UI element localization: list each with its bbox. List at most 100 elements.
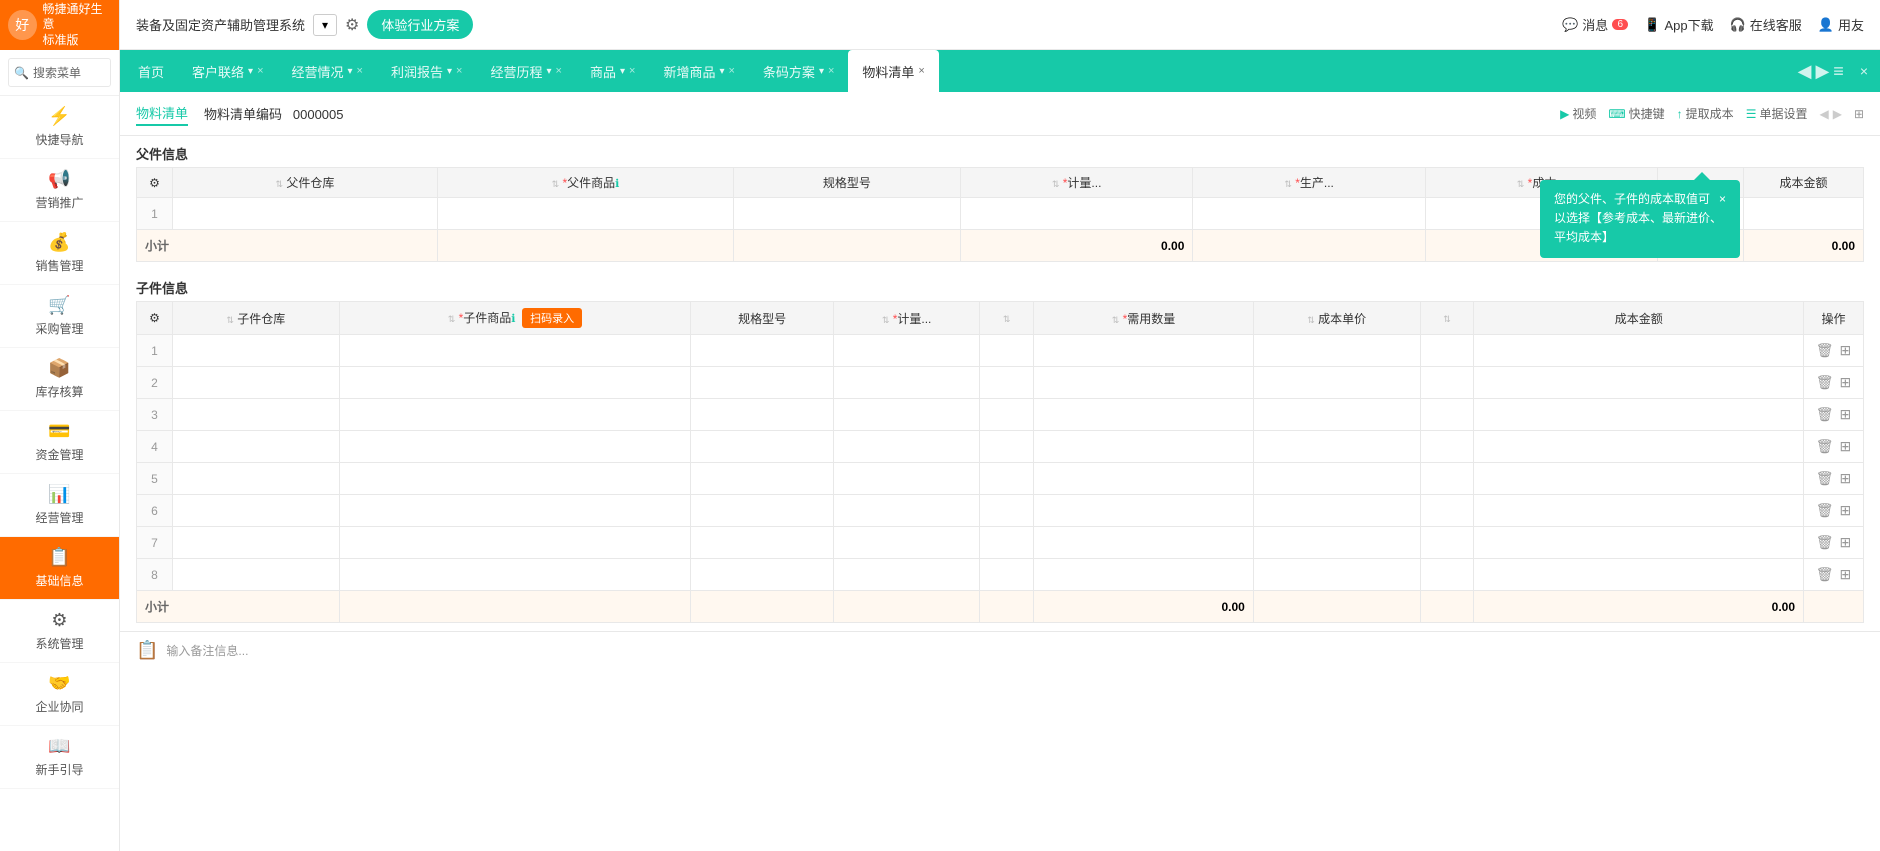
- close-tab-icon[interactable]: ×: [728, 65, 734, 77]
- parent-cell-goods[interactable]: [437, 198, 733, 230]
- child-cell-goods[interactable]: [339, 495, 690, 527]
- child-cell-extra2[interactable]: [1420, 431, 1474, 463]
- prev-record-button[interactable]: ◀: [1819, 107, 1828, 121]
- nav-prev-icon[interactable]: ◀: [1798, 61, 1812, 82]
- bill-settings-button[interactable]: ☰ 单据设置: [1746, 105, 1808, 122]
- app-download-button[interactable]: 📱 App下载: [1644, 15, 1713, 34]
- child-cell-goods[interactable]: [339, 335, 690, 367]
- child-cell-extra[interactable]: [980, 367, 1034, 399]
- sidebar-item-guide[interactable]: 📖 新手引导: [0, 726, 119, 789]
- nav-tab-home[interactable]: 首页: [124, 50, 178, 92]
- child-cell-qty[interactable]: [1034, 559, 1254, 591]
- child-cell-unit-price[interactable]: [1253, 431, 1420, 463]
- message-button[interactable]: 💬 消息 6: [1562, 15, 1628, 34]
- settings-gear-icon[interactable]: ⚙: [345, 15, 359, 35]
- child-cell-extra2[interactable]: [1420, 399, 1474, 431]
- child-cell-extra2[interactable]: [1420, 335, 1474, 367]
- child-cell-spec[interactable]: [691, 431, 834, 463]
- sidebar-item-inventory[interactable]: 📦 库存核算: [0, 348, 119, 411]
- parent-cell-warehouse[interactable]: [173, 198, 438, 230]
- child-cell-qty[interactable]: [1034, 335, 1254, 367]
- nav-tab-bom[interactable]: 物料清单 ×: [848, 50, 938, 92]
- child-cell-goods[interactable]: [339, 463, 690, 495]
- copy-row-icon[interactable]: ⊞: [1840, 534, 1852, 551]
- child-cell-warehouse[interactable]: [173, 495, 340, 527]
- sidebar-item-quick-nav[interactable]: ⚡ 快捷导航: [0, 96, 119, 159]
- nav-tab-barcode[interactable]: 条码方案 ▾ ×: [749, 50, 848, 92]
- delete-row-icon[interactable]: 🗑: [1816, 534, 1834, 551]
- child-cell-spec[interactable]: [691, 335, 834, 367]
- child-cell-unit-price[interactable]: [1253, 527, 1420, 559]
- child-cell-warehouse[interactable]: [173, 527, 340, 559]
- child-cell-extra[interactable]: [980, 463, 1034, 495]
- child-cell-unit[interactable]: [833, 431, 979, 463]
- child-cell-warehouse[interactable]: [173, 559, 340, 591]
- sidebar-item-marketing[interactable]: 📢 营销推广: [0, 159, 119, 222]
- next-record-button[interactable]: ▶: [1833, 107, 1842, 121]
- close-tab-icon[interactable]: ×: [629, 65, 635, 77]
- delete-row-icon[interactable]: 🗑: [1816, 406, 1834, 423]
- delete-row-icon[interactable]: 🗑: [1816, 566, 1834, 583]
- child-cell-spec[interactable]: [691, 495, 834, 527]
- child-cell-unit-price[interactable]: [1253, 399, 1420, 431]
- system-dropdown-button[interactable]: ▾: [313, 14, 337, 36]
- child-cell-spec[interactable]: [691, 527, 834, 559]
- tooltip-close-button[interactable]: ×: [1719, 190, 1726, 209]
- child-cell-warehouse[interactable]: [173, 335, 340, 367]
- child-cell-goods[interactable]: [339, 367, 690, 399]
- nav-tab-operations-status[interactable]: 经营情况 ▾ ×: [278, 50, 377, 92]
- delete-row-icon[interactable]: 🗑: [1816, 342, 1834, 359]
- child-cell-extra[interactable]: [980, 527, 1034, 559]
- nav-tab-profit[interactable]: 利润报告 ▾ ×: [377, 50, 476, 92]
- copy-row-icon[interactable]: ⊞: [1840, 374, 1852, 391]
- delete-row-icon[interactable]: 🗑: [1816, 502, 1834, 519]
- child-cell-qty[interactable]: [1034, 463, 1254, 495]
- child-cell-warehouse[interactable]: [173, 367, 340, 399]
- child-cell-spec[interactable]: [691, 559, 834, 591]
- child-cell-warehouse[interactable]: [173, 431, 340, 463]
- sidebar-item-system[interactable]: ⚙ 系统管理: [0, 600, 119, 663]
- close-tab-icon[interactable]: ×: [556, 65, 562, 77]
- copy-row-icon[interactable]: ⊞: [1840, 470, 1852, 487]
- child-cell-qty[interactable]: [1034, 399, 1254, 431]
- child-cell-unit[interactable]: [833, 367, 979, 399]
- close-tab-icon[interactable]: ×: [828, 65, 834, 77]
- extract-cost-button[interactable]: ↑ 提取成本: [1677, 105, 1734, 122]
- search-menu-button[interactable]: 🔍 搜索菜单: [8, 58, 111, 87]
- close-tab-icon[interactable]: ×: [257, 65, 263, 77]
- child-cell-goods[interactable]: [339, 527, 690, 559]
- child-cell-spec[interactable]: [691, 463, 834, 495]
- sidebar-item-purchase[interactable]: 🛒 采购管理: [0, 285, 119, 348]
- trial-plan-button[interactable]: 体验行业方案: [367, 10, 473, 39]
- nav-next-icon[interactable]: ▶: [1815, 61, 1829, 82]
- child-cell-extra2[interactable]: [1420, 559, 1474, 591]
- child-cell-unit[interactable]: [833, 463, 979, 495]
- parent-cell-production[interactable]: [1193, 198, 1425, 230]
- child-cell-warehouse[interactable]: [173, 463, 340, 495]
- note-placeholder[interactable]: 输入备注信息...: [166, 642, 248, 659]
- child-cell-qty[interactable]: [1034, 527, 1254, 559]
- child-cell-extra2[interactable]: [1420, 495, 1474, 527]
- sidebar-item-enterprise[interactable]: 🤝 企业协同: [0, 663, 119, 726]
- parent-col-gear[interactable]: ⚙: [137, 168, 173, 198]
- nav-tab-new-goods[interactable]: 新增商品 ▾ ×: [649, 50, 748, 92]
- sub-tab-bom-code[interactable]: 物料清单编码 0000005: [204, 102, 343, 125]
- child-cell-unit-price[interactable]: [1253, 495, 1420, 527]
- child-cell-warehouse[interactable]: [173, 399, 340, 431]
- page-close-button[interactable]: ×: [1852, 63, 1876, 79]
- child-cell-unit-price[interactable]: [1253, 367, 1420, 399]
- nav-menu-icon[interactable]: ≡: [1833, 61, 1844, 82]
- user-menu-button[interactable]: 👤 用友: [1818, 15, 1864, 34]
- close-tab-icon[interactable]: ×: [918, 65, 924, 77]
- child-cell-unit[interactable]: [833, 495, 979, 527]
- child-cell-extra2[interactable]: [1420, 527, 1474, 559]
- nav-tab-history[interactable]: 经营历程 ▾ ×: [476, 50, 575, 92]
- child-cell-extra[interactable]: [980, 495, 1034, 527]
- child-cell-extra2[interactable]: [1420, 463, 1474, 495]
- child-cell-goods[interactable]: [339, 431, 690, 463]
- nav-tab-customers[interactable]: 客户联络 ▾ ×: [178, 50, 277, 92]
- sidebar-item-sales[interactable]: 💰 销售管理: [0, 222, 119, 285]
- child-cell-extra[interactable]: [980, 399, 1034, 431]
- online-service-button[interactable]: 🎧 在线客服: [1730, 15, 1802, 34]
- child-cell-unit-price[interactable]: [1253, 559, 1420, 591]
